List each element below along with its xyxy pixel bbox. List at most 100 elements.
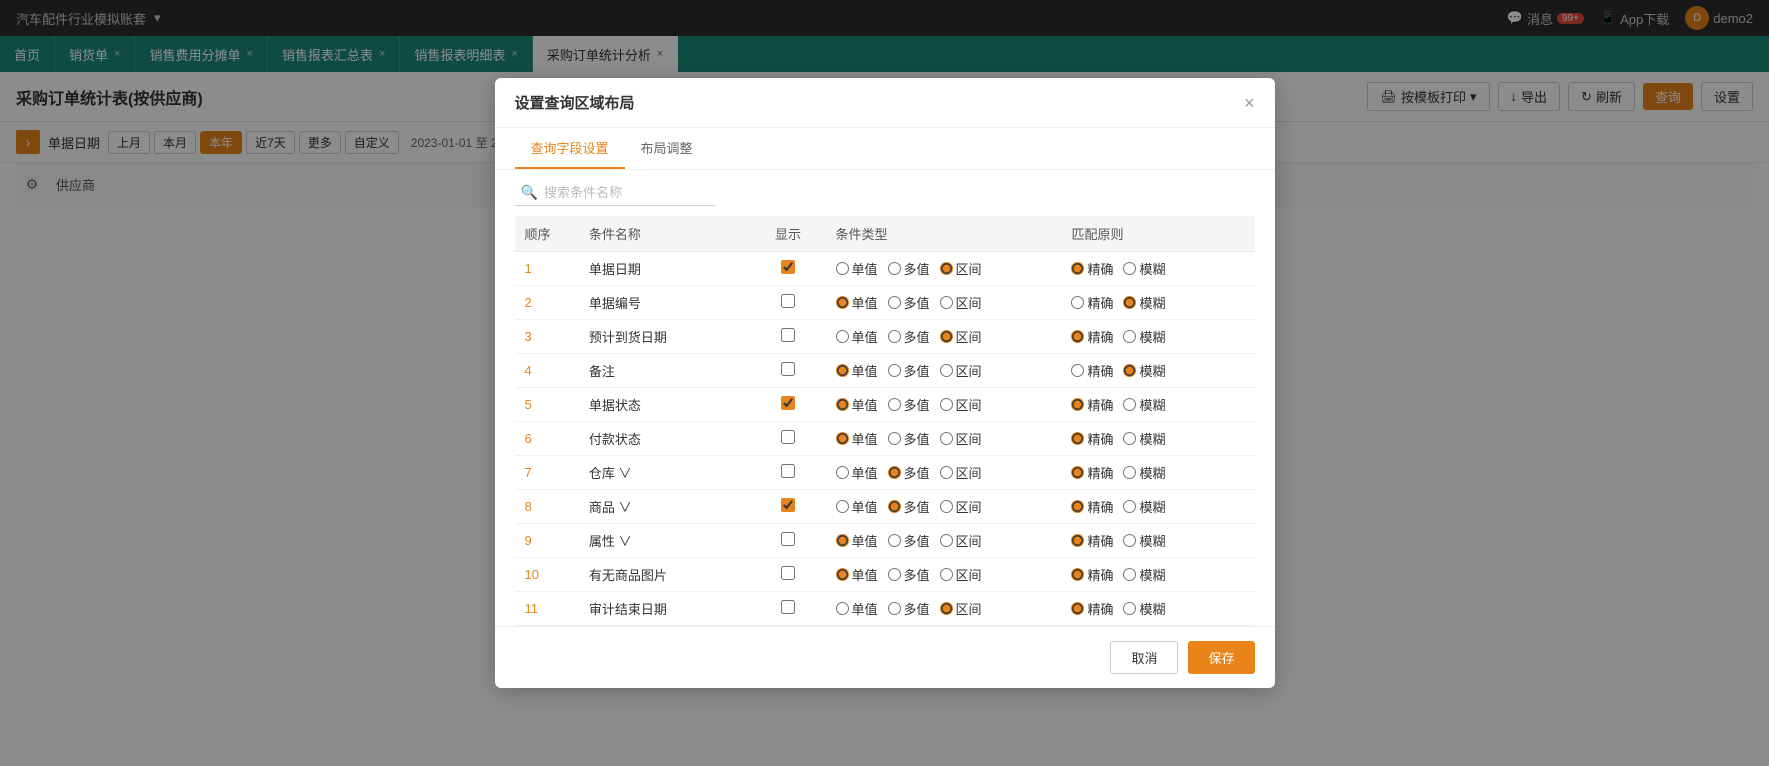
row-type-option-3-1[interactable]: 多值 (888, 361, 930, 380)
row-match-radio-7-1[interactable] (1123, 500, 1136, 513)
row-type-option-7-1[interactable]: 多值 (888, 497, 930, 516)
row-type-option-3-0[interactable]: 单值 (836, 361, 878, 380)
row-match-radio-2-0[interactable] (1071, 330, 1084, 343)
row-type-option-5-1[interactable]: 多值 (888, 429, 930, 448)
row-type-radio-1-0[interactable] (836, 296, 849, 309)
row-type-option-4-0[interactable]: 单值 (836, 395, 878, 414)
row-type-option-10-2[interactable]: 区间 (940, 599, 982, 618)
row-display-10[interactable] (750, 592, 825, 626)
row-match-option-2-0[interactable]: 精确 (1071, 327, 1113, 346)
row-type-option-5-0[interactable]: 单值 (836, 429, 878, 448)
row-type-radio-3-1[interactable] (888, 364, 901, 377)
row-type-option-3-2[interactable]: 区间 (940, 361, 982, 380)
row-type-option-0-2[interactable]: 区间 (940, 259, 982, 278)
row-type-option-4-2[interactable]: 区间 (940, 395, 982, 414)
row-display-checkbox-10[interactable] (781, 600, 795, 614)
row-type-option-4-1[interactable]: 多值 (888, 395, 930, 414)
row-display-9[interactable] (750, 558, 825, 592)
row-match-option-10-1[interactable]: 模糊 (1123, 599, 1165, 618)
row-display-7[interactable] (750, 490, 825, 524)
row-display-1[interactable] (750, 286, 825, 320)
row-match-option-0-0[interactable]: 精确 (1071, 259, 1113, 278)
row-type-radio-6-2[interactable] (940, 466, 953, 479)
row-type-radio-4-2[interactable] (940, 398, 953, 411)
modal-tab-query-fields[interactable]: 查询字段设置 (515, 128, 625, 169)
row-type-radio-7-0[interactable] (836, 500, 849, 513)
row-type-radio-5-2[interactable] (940, 432, 953, 445)
row-type-option-6-1[interactable]: 多值 (888, 463, 930, 482)
row-type-radio-3-2[interactable] (940, 364, 953, 377)
row-type-radio-2-1[interactable] (888, 330, 901, 343)
row-match-option-0-1[interactable]: 模糊 (1123, 259, 1165, 278)
row-match-radio-0-1[interactable] (1123, 262, 1136, 275)
row-type-radio-9-1[interactable] (888, 568, 901, 581)
row-display-4[interactable] (750, 388, 825, 422)
row-match-radio-10-1[interactable] (1123, 602, 1136, 615)
row-type-radio-6-1[interactable] (888, 466, 901, 479)
row-match-radio-2-1[interactable] (1123, 330, 1136, 343)
row-match-radio-0-0[interactable] (1071, 262, 1084, 275)
row-match-radio-3-0[interactable] (1071, 364, 1084, 377)
modal-tab-layout[interactable]: 布局调整 (625, 128, 709, 169)
row-match-radio-1-1[interactable] (1123, 296, 1136, 309)
row-type-option-8-0[interactable]: 单值 (836, 531, 878, 550)
row-display-checkbox-3[interactable] (781, 362, 795, 376)
row-type-radio-2-2[interactable] (940, 330, 953, 343)
row-match-option-10-0[interactable]: 精确 (1071, 599, 1113, 618)
row-type-radio-7-1[interactable] (888, 500, 901, 513)
row-type-option-0-0[interactable]: 单值 (836, 259, 878, 278)
row-match-radio-1-0[interactable] (1071, 296, 1084, 309)
row-match-radio-8-0[interactable] (1071, 534, 1084, 547)
row-match-radio-10-0[interactable] (1071, 602, 1084, 615)
row-display-6[interactable] (750, 456, 825, 490)
row-display-checkbox-5[interactable] (781, 430, 795, 444)
row-match-option-3-1[interactable]: 模糊 (1123, 361, 1165, 380)
row-type-option-1-2[interactable]: 区间 (940, 293, 982, 312)
row-type-option-1-1[interactable]: 多值 (888, 293, 930, 312)
row-match-radio-5-1[interactable] (1123, 432, 1136, 445)
modal-close-btn[interactable]: × (1244, 94, 1255, 112)
row-type-option-10-1[interactable]: 多值 (888, 599, 930, 618)
row-type-option-9-1[interactable]: 多值 (888, 565, 930, 584)
row-type-option-1-0[interactable]: 单值 (836, 293, 878, 312)
row-type-radio-1-1[interactable] (888, 296, 901, 309)
row-type-option-6-0[interactable]: 单值 (836, 463, 878, 482)
row-display-checkbox-4[interactable] (781, 396, 795, 410)
row-match-option-2-1[interactable]: 模糊 (1123, 327, 1165, 346)
row-match-option-9-0[interactable]: 精确 (1071, 565, 1113, 584)
row-display-checkbox-8[interactable] (781, 532, 795, 546)
row-match-option-9-1[interactable]: 模糊 (1123, 565, 1165, 584)
row-type-radio-7-2[interactable] (940, 500, 953, 513)
row-display-0[interactable] (750, 252, 825, 286)
row-match-option-8-0[interactable]: 精确 (1071, 531, 1113, 550)
row-type-option-9-2[interactable]: 区间 (940, 565, 982, 584)
row-match-option-5-1[interactable]: 模糊 (1123, 429, 1165, 448)
row-match-radio-4-1[interactable] (1123, 398, 1136, 411)
save-btn[interactable]: 保存 (1188, 641, 1254, 674)
row-type-radio-10-0[interactable] (836, 602, 849, 615)
row-display-8[interactable] (750, 524, 825, 558)
row-type-option-9-0[interactable]: 单值 (836, 565, 878, 584)
row-type-option-8-2[interactable]: 区间 (940, 531, 982, 550)
row-type-radio-10-2[interactable] (940, 602, 953, 615)
row-type-option-10-0[interactable]: 单值 (836, 599, 878, 618)
row-match-option-1-1[interactable]: 模糊 (1123, 293, 1165, 312)
row-match-option-4-1[interactable]: 模糊 (1123, 395, 1165, 414)
row-type-radio-9-0[interactable] (836, 568, 849, 581)
row-type-option-0-1[interactable]: 多值 (888, 259, 930, 278)
row-type-option-2-0[interactable]: 单值 (836, 327, 878, 346)
row-type-option-2-1[interactable]: 多值 (888, 327, 930, 346)
row-match-radio-7-0[interactable] (1071, 500, 1084, 513)
row-type-radio-4-1[interactable] (888, 398, 901, 411)
row-type-radio-10-1[interactable] (888, 602, 901, 615)
cancel-btn[interactable]: 取消 (1110, 641, 1178, 674)
row-match-option-6-1[interactable]: 模糊 (1123, 463, 1165, 482)
row-type-radio-8-2[interactable] (940, 534, 953, 547)
row-type-radio-0-0[interactable] (836, 262, 849, 275)
row-display-checkbox-1[interactable] (781, 294, 795, 308)
row-type-radio-3-0[interactable] (836, 364, 849, 377)
row-type-radio-5-1[interactable] (888, 432, 901, 445)
row-type-option-6-2[interactable]: 区间 (940, 463, 982, 482)
row-display-checkbox-6[interactable] (781, 464, 795, 478)
row-display-checkbox-9[interactable] (781, 566, 795, 580)
